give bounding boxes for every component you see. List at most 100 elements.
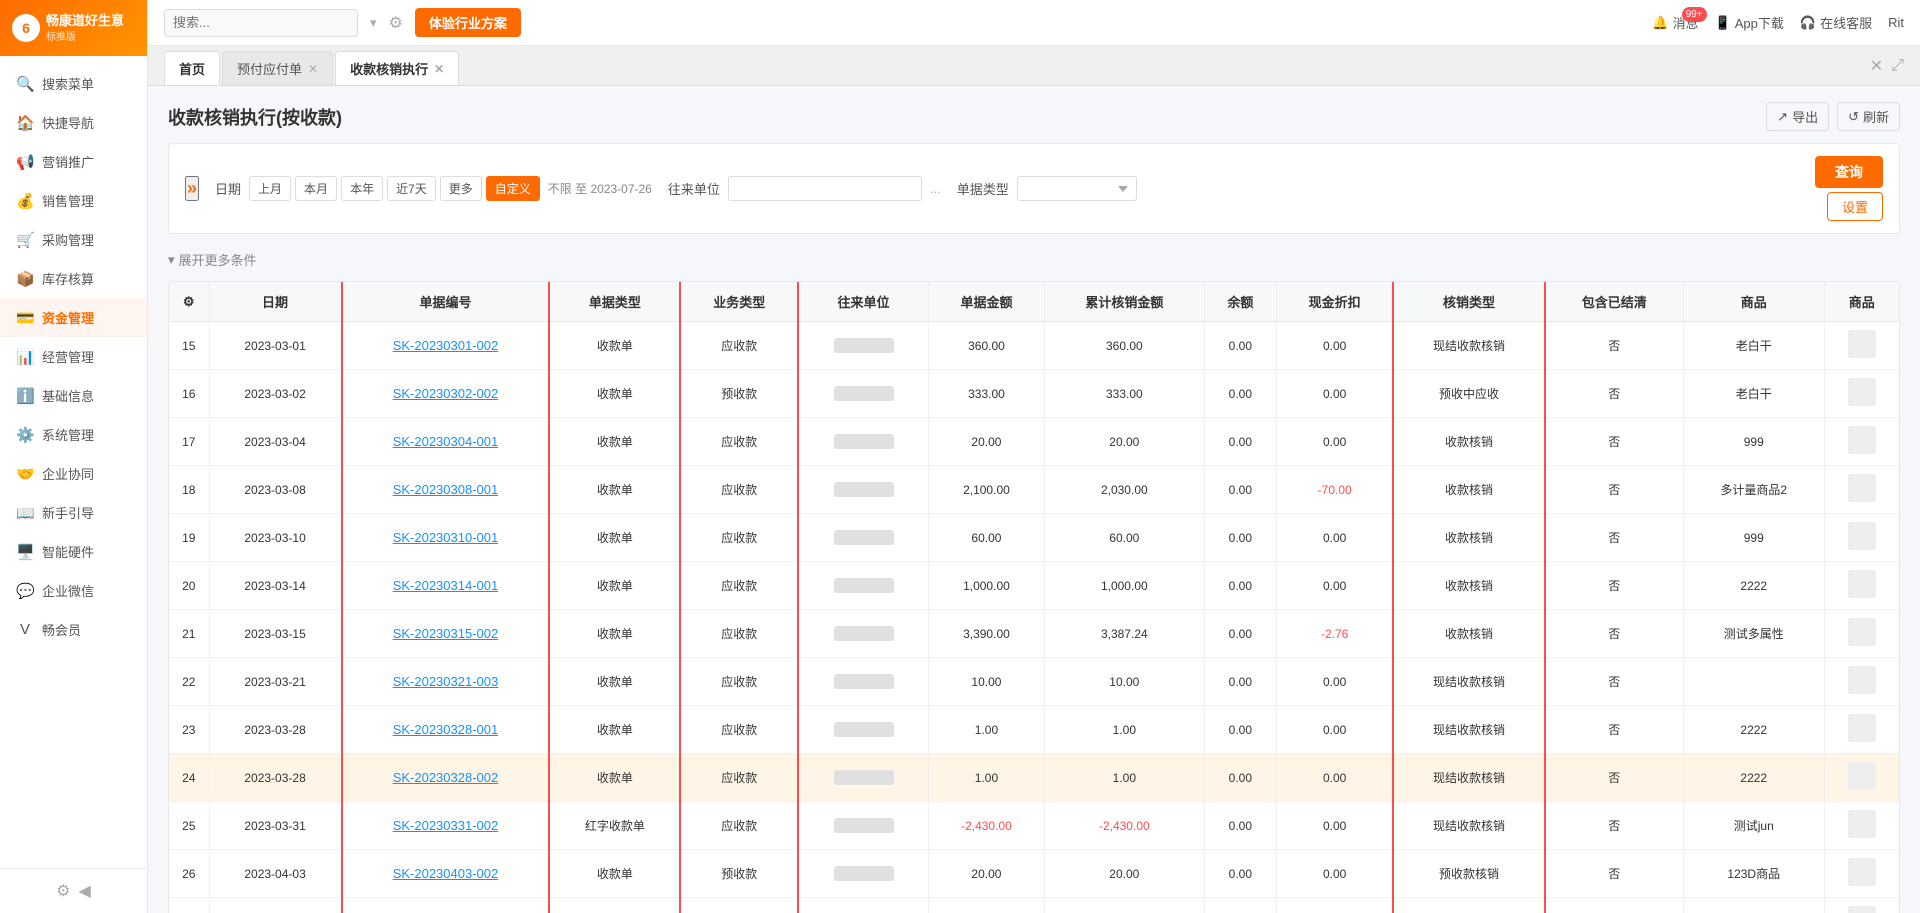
partner-input[interactable]	[728, 176, 922, 201]
td-product: 2222	[1683, 706, 1824, 754]
table-row[interactable]: 17 2023-03-04 SK-20230304-001 收款单 应收款 ██…	[169, 418, 1899, 466]
sidebar-item-quick[interactable]: 🏠快捷导航	[0, 103, 147, 142]
table-row[interactable]: 26 2023-04-03 SK-20230403-002 收款单 预收款 ██…	[169, 850, 1899, 898]
td-doc-type: 收款单	[549, 466, 680, 514]
table-row[interactable]: 22 2023-03-21 SK-20230321-003 收款单 应收款 ██…	[169, 658, 1899, 706]
expand-conditions-button[interactable]: ▾ 展开更多条件	[168, 246, 257, 273]
sidebar-item-system[interactable]: ⚙️系统管理	[0, 415, 147, 454]
sidebar-item-search[interactable]: 🔍搜索菜单	[0, 64, 147, 103]
tab-collection[interactable]: 收款核销执行✕	[335, 51, 459, 85]
partner-dots[interactable]: ...	[930, 181, 941, 196]
td-partner: ██████	[798, 610, 928, 658]
date-option-更多[interactable]: 更多	[440, 176, 482, 201]
td-doc-no[interactable]: SK-20230302-002	[342, 370, 550, 418]
td-seq: 24	[169, 754, 209, 802]
sidebar-item-inventory[interactable]: 📦库存核算	[0, 259, 147, 298]
sidebar-item-basic[interactable]: ℹ️基础信息	[0, 376, 147, 415]
th-include-settled[interactable]: 包含已结清	[1545, 282, 1684, 322]
settings-icon[interactable]: ⚙	[56, 881, 70, 901]
table-row[interactable]: 15 2023-03-01 SK-20230301-002 收款单 应收款 ██…	[169, 322, 1899, 370]
table-row[interactable]: 27 2023-04-08 SK-20230408-001 收款单 应收款 ██…	[169, 898, 1899, 913]
app-download-link[interactable]: 📱 App下载	[1715, 13, 1784, 32]
tab-prepay[interactable]: 预付应付单✕	[222, 51, 333, 85]
settings-button[interactable]: 设置	[1827, 192, 1883, 221]
td-cash-discount: 0.00	[1277, 562, 1394, 610]
td-doc-no[interactable]: SK-20230328-001	[342, 706, 550, 754]
doc-type-select[interactable]	[1017, 176, 1137, 201]
gear-icon[interactable]: ⚙	[389, 13, 403, 33]
table-row[interactable]: 23 2023-03-28 SK-20230328-001 收款单 应收款 ██…	[169, 706, 1899, 754]
td-doc-no[interactable]: SK-20230301-002	[342, 322, 550, 370]
th-product[interactable]: 商品	[1683, 282, 1824, 322]
th-settings[interactable]: ⚙	[169, 282, 209, 322]
sidebar-item-wechat[interactable]: 💬企业微信	[0, 571, 147, 610]
td-doc-no[interactable]: SK-20230408-001	[342, 898, 550, 913]
sidebar-item-hardware[interactable]: 🖥️智能硬件	[0, 532, 147, 571]
table-row[interactable]: 16 2023-03-02 SK-20230302-002 收款单 预收款 ██…	[169, 370, 1899, 418]
sidebar-item-label-inventory: 库存核算	[42, 269, 94, 288]
export-button[interactable]: ↗ 导出	[1766, 102, 1829, 131]
date-option-本年[interactable]: 本年	[341, 176, 383, 201]
table-row[interactable]: 21 2023-03-15 SK-20230315-002 收款单 应收款 ██…	[169, 610, 1899, 658]
td-doc-no[interactable]: SK-20230308-001	[342, 466, 550, 514]
td-cash-discount: 0.00	[1277, 754, 1394, 802]
th-amount[interactable]: 单据金额	[928, 282, 1044, 322]
th-date[interactable]: 日期	[209, 282, 342, 322]
search-input[interactable]	[164, 9, 358, 37]
tab-home[interactable]: 首页	[164, 51, 220, 85]
date-option-本月[interactable]: 本月	[295, 176, 337, 201]
table-row[interactable]: 19 2023-03-10 SK-20230310-001 收款单 应收款 ██…	[169, 514, 1899, 562]
td-seq: 16	[169, 370, 209, 418]
sidebar-item-member[interactable]: V畅会员	[0, 610, 147, 649]
tab-close-all-button[interactable]: ✕	[1870, 56, 1883, 76]
th-partner[interactable]: 往来单位	[798, 282, 928, 322]
customer-service-link[interactable]: 🎧 在线客服	[1800, 13, 1872, 32]
td-doc-no[interactable]: SK-20230321-003	[342, 658, 550, 706]
dropdown-arrow-icon[interactable]: ▾	[370, 15, 377, 31]
td-seq: 15	[169, 322, 209, 370]
td-doc-no[interactable]: SK-20230304-001	[342, 418, 550, 466]
td-doc-no[interactable]: SK-20230403-002	[342, 850, 550, 898]
tab-close-prepay[interactable]: ✕	[308, 62, 318, 76]
th-doc-no[interactable]: 单据编号	[342, 282, 550, 322]
collapse-icon[interactable]: ◀	[79, 881, 91, 901]
th-total-writeoff[interactable]: 累计核销金额	[1044, 282, 1204, 322]
td-partner: ██████	[798, 562, 928, 610]
th-biz-type[interactable]: 业务类型	[680, 282, 798, 322]
td-doc-no[interactable]: SK-20230328-002	[342, 754, 550, 802]
table-row[interactable]: 24 2023-03-28 SK-20230328-002 收款单 应收款 ██…	[169, 754, 1899, 802]
filter-toggle-button[interactable]: »	[185, 176, 199, 201]
sidebar-item-sales[interactable]: 💰销售管理	[0, 181, 147, 220]
notification-button[interactable]: 🔔 消息 99+	[1652, 13, 1698, 32]
sidebar-item-marketing[interactable]: 📢营销推广	[0, 142, 147, 181]
td-doc-no[interactable]: SK-20230315-002	[342, 610, 550, 658]
date-custom-button[interactable]: 自定义	[486, 176, 540, 201]
query-button[interactable]: 查询	[1815, 156, 1883, 188]
td-doc-no[interactable]: SK-20230310-001	[342, 514, 550, 562]
date-option-上月[interactable]: 上月	[249, 176, 291, 201]
th-balance[interactable]: 余额	[1204, 282, 1276, 322]
sidebar-item-operation[interactable]: 📊经营管理	[0, 337, 147, 376]
sidebar-item-finance[interactable]: 💳资金管理	[0, 298, 147, 337]
th-writeoff-type[interactable]: 核销类型	[1393, 282, 1544, 322]
sidebar-item-corp[interactable]: 🤝企业协同	[0, 454, 147, 493]
td-doc-no[interactable]: SK-20230314-001	[342, 562, 550, 610]
solution-button[interactable]: 体验行业方案	[415, 8, 521, 37]
th-product-img[interactable]: 商品	[1824, 282, 1899, 322]
td-doc-type: 红字收款单	[549, 802, 680, 850]
sidebar-item-guide[interactable]: 📖新手引导	[0, 493, 147, 532]
td-doc-no[interactable]: SK-20230331-002	[342, 802, 550, 850]
th-cash-discount[interactable]: 现金折扣	[1277, 282, 1394, 322]
user-name[interactable]: Rit	[1888, 15, 1904, 30]
refresh-button[interactable]: ↺ 刷新	[1837, 102, 1900, 131]
sidebar-item-purchase[interactable]: 🛒采购管理	[0, 220, 147, 259]
tab-expand-button[interactable]: ⤢	[1891, 56, 1904, 76]
headset-icon: 🎧	[1800, 15, 1816, 31]
th-doc-type[interactable]: 单据类型	[549, 282, 680, 322]
table-row[interactable]: 25 2023-03-31 SK-20230331-002 红字收款单 应收款 …	[169, 802, 1899, 850]
date-option-近7天[interactable]: 近7天	[387, 176, 436, 201]
tab-close-collection[interactable]: ✕	[434, 62, 444, 76]
table-row[interactable]: 20 2023-03-14 SK-20230314-001 收款单 应收款 ██…	[169, 562, 1899, 610]
td-total-writeoff: 20.00	[1044, 418, 1204, 466]
table-row[interactable]: 18 2023-03-08 SK-20230308-001 收款单 应收款 ██…	[169, 466, 1899, 514]
